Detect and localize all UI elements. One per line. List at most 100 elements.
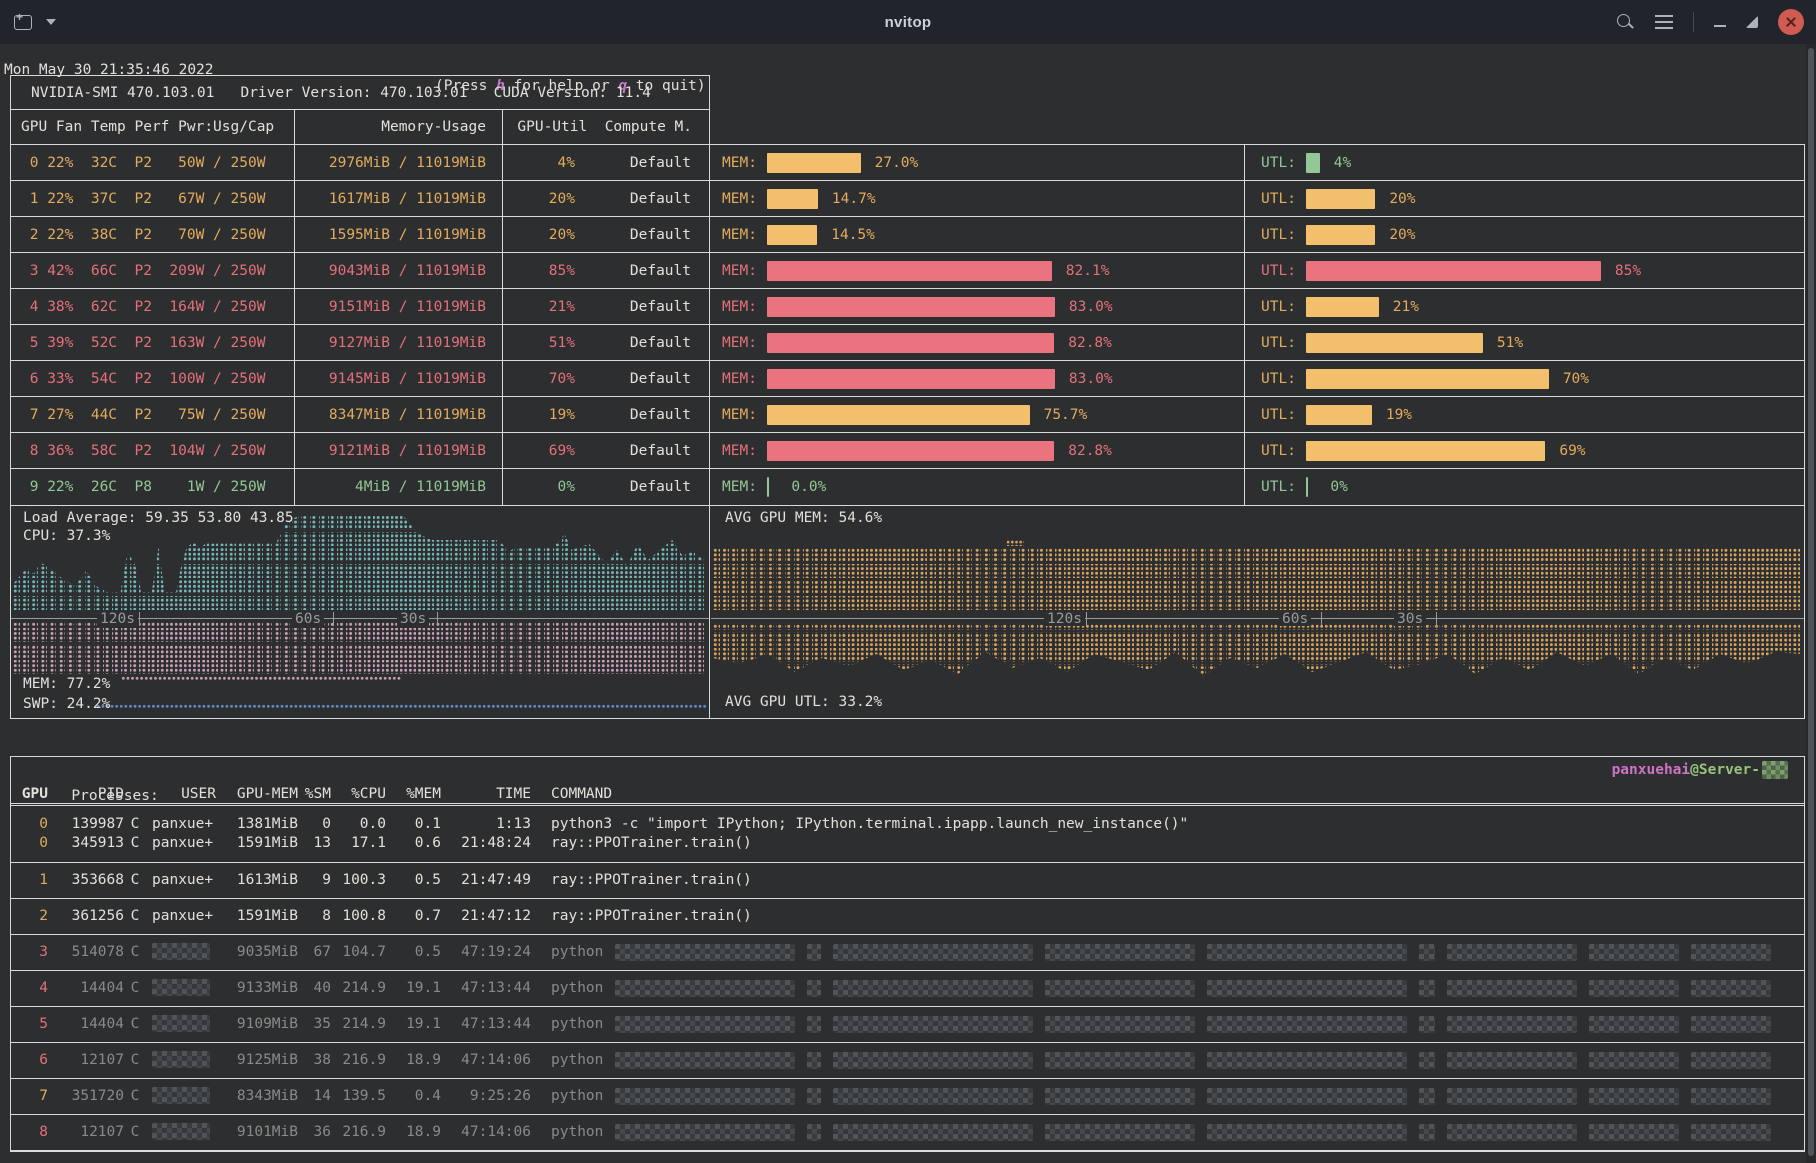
process-mem: 19.1 [386, 979, 441, 999]
process-pid: 351720 [48, 1087, 124, 1107]
mem-gauge-percent: 82.8% [1068, 335, 1112, 351]
process-gpu-mem: 1613MiB [216, 871, 298, 891]
mem-gauge-bar [767, 477, 770, 497]
gpu-compute-mode: Default [575, 191, 709, 207]
process-row[interactable]: 6 12107 C 9125MiB 38 216.9 18.9 47:14:06… [11, 1043, 1804, 1079]
header-command: COMMAND [531, 783, 1804, 803]
process-row[interactable]: 0 139987 C panxue+ 1381MiB 0 0.0 0.1 1:1… [11, 806, 1804, 863]
gpu-compute-mode: Default [575, 479, 709, 495]
host-graphs: Load Average: 59.35 53.80 43.85 CPU: 37.… [11, 504, 710, 718]
process-command: python [531, 1123, 1804, 1143]
censored-command-block [833, 1088, 1033, 1105]
process-gpu-index: 4 [11, 979, 48, 999]
process-sm: 13 [298, 834, 331, 854]
censored-command-block [1207, 1088, 1407, 1105]
gpu-memory-cell: 2976MiB / 11019MiB [294, 145, 503, 180]
process-gpu-mem: 9101MiB [216, 1123, 298, 1143]
tick-30s-gpu: 30s [1394, 612, 1426, 626]
col-device-header: GPU Fan Temp Perf Pwr:Usg/Cap [11, 119, 294, 135]
mem-gauge: MEM: 0.0% [709, 469, 1244, 505]
censored-command-block [1447, 944, 1577, 961]
smi-header: NVIDIA-SMI 470.103.01 Driver Version: 47… [10, 75, 710, 110]
process-gpu-mem: 1381MiB [216, 815, 298, 835]
censored-command-block [1045, 1052, 1195, 1069]
process-gpu-index: 5 [11, 1015, 48, 1035]
gpu-table: 0 22% 32C P2 50W / 250W 2976MiB / 11019M… [10, 144, 1805, 506]
minimize-icon[interactable] [1714, 25, 1726, 27]
censored-command-block [1419, 1088, 1435, 1105]
process-mem: 0.7 [386, 907, 441, 927]
gpu-util-value: 19% [503, 407, 575, 423]
process-gpu-index: 3 [11, 943, 48, 963]
process-sm: 8 [298, 907, 331, 927]
mem-gauge: MEM: 82.8% [709, 325, 1244, 360]
censored-command-block [1419, 1052, 1435, 1069]
process-gpu-index: 1 [11, 871, 48, 891]
process-user: panxue+ [146, 907, 216, 927]
process-gpu-index: 7 [11, 1087, 48, 1107]
censored-command-block [1207, 980, 1407, 997]
process-cpu: 0.0 [331, 815, 386, 835]
process-pid: 14404 [48, 979, 124, 999]
process-user [146, 1051, 216, 1071]
censored-command-block [1447, 1016, 1577, 1033]
process-command: python [531, 1051, 1804, 1071]
censored-command-block [1691, 1088, 1771, 1105]
censored-user-block [152, 1051, 210, 1068]
process-pid: 514078 [48, 943, 124, 963]
process-user: panxue+ [146, 834, 216, 854]
utl-gauge-bar [1306, 261, 1601, 281]
mem-graph-detail [121, 676, 401, 680]
censored-user-block [152, 1015, 210, 1032]
utl-gauge-bar [1306, 297, 1379, 317]
scrollbar-thumb[interactable] [1808, 48, 1814, 1156]
process-mem: 0.6 [386, 834, 441, 854]
utl-gauge-percent: 69% [1559, 443, 1585, 459]
gpu-memory-cell: 9127MiB / 11019MiB [294, 325, 503, 360]
header-sm: %SM [298, 783, 331, 803]
process-row[interactable]: 7 351720 C 8343MiB 14 139.5 0.4 9:25:26 … [11, 1079, 1804, 1115]
process-gpu-index: 8 [11, 1123, 48, 1143]
gpu-info-cell: 7 27% 44C P2 75W / 250W [11, 407, 294, 423]
close-icon[interactable] [1778, 9, 1804, 35]
process-row[interactable]: 2 361256 C panxue+ 1591MiB 8 100.8 0.7 2… [11, 899, 1804, 935]
process-row[interactable]: 4 14404 C 9133MiB 40 214.9 19.1 47:13:44… [11, 971, 1804, 1007]
tick-120s: 120s [97, 612, 138, 626]
nvitop-window: nvitop Mon May 30 21:35:46 2022 (Press h… [0, 0, 1816, 1163]
tick-30s: 30s [397, 612, 429, 626]
process-type: C [124, 815, 146, 835]
mem-gauge: MEM: 14.7% [709, 181, 1244, 216]
censored-command-block [1207, 1052, 1407, 1069]
time-axis-gpu: 120s 60s 30s [711, 612, 1804, 626]
mem-gauge: MEM: 82.8% [709, 433, 1244, 468]
process-row[interactable]: 5 14404 C 9109MiB 35 214.9 19.1 47:13:44… [11, 1007, 1804, 1043]
process-mem: 0.5 [386, 943, 441, 963]
censored-command-block [833, 980, 1033, 997]
process-row[interactable]: 1 353668 C panxue+ 1613MiB 9 100.3 0.5 2… [11, 863, 1804, 899]
process-time: 47:13:44 [441, 1015, 531, 1035]
search-icon[interactable] [1615, 12, 1635, 32]
process-gpu-mem: 1591MiB [216, 834, 298, 854]
censored-command-block [615, 1052, 795, 1069]
process-gpu-mem: 8343MiB [216, 1087, 298, 1107]
menu-icon[interactable] [1655, 15, 1673, 29]
utl-gauge: UTL: 51% [1244, 325, 1804, 360]
process-cpu: 214.9 [331, 979, 386, 999]
process-command: python3 -c "import IPython; IPython.term… [531, 815, 1804, 835]
process-row[interactable]: 3 514078 C 9035MiB 67 104.7 0.5 47:19:24… [11, 935, 1804, 971]
process-sm: 36 [298, 1123, 331, 1143]
process-row[interactable]: 8 12107 C 9101MiB 36 216.9 18.9 47:14:06… [11, 1115, 1804, 1151]
censored-command-block [615, 1088, 795, 1105]
maximize-icon[interactable] [1746, 16, 1758, 28]
utl-gauge-bar [1306, 189, 1375, 209]
mem-gauge-percent: 83.0% [1069, 371, 1113, 387]
gpu-compute-mode: Default [575, 335, 709, 351]
gpu-util-cell: 70% Default [503, 361, 709, 396]
process-type: C [124, 979, 146, 999]
utl-gauge: UTL: 85% [1244, 253, 1804, 288]
process-command: ray::PPOTrainer.train() [531, 834, 1804, 854]
process-gpu-index: 6 [11, 1051, 48, 1071]
utl-gauge: UTL: 4% [1244, 145, 1804, 180]
process-cpu: 139.5 [331, 1087, 386, 1107]
process-sm: 14 [298, 1087, 331, 1107]
